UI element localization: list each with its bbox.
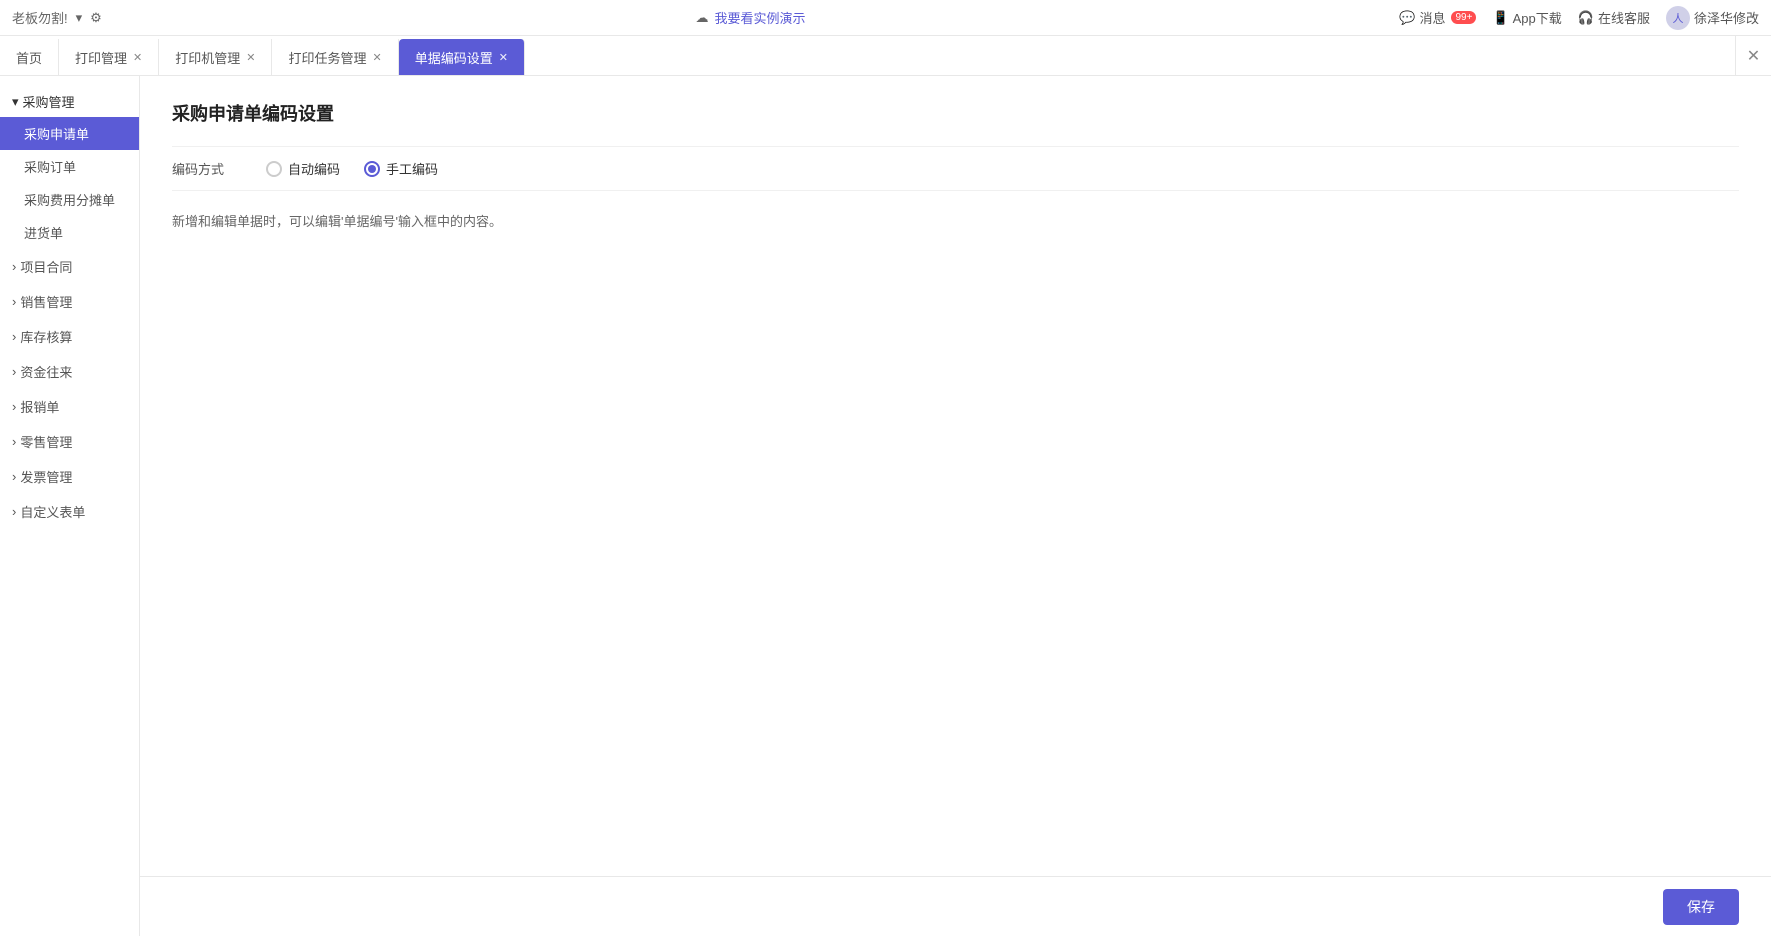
- center-text[interactable]: 我要看实例演示: [715, 8, 806, 27]
- sidebar-group-finance-label: 资金往来: [20, 362, 72, 381]
- radio-auto-label: 自动编码: [288, 159, 340, 178]
- content-footer: 保存: [140, 876, 1771, 936]
- service-icon: 🎧: [1578, 10, 1594, 26]
- sidebar-group-inventory[interactable]: › 库存核算: [0, 319, 139, 354]
- cloud-icon: ☁: [696, 10, 709, 26]
- tab-print-task-mgmt-label: 打印任务管理: [288, 48, 366, 67]
- sidebar-item-stock-in-label: 进货单: [24, 226, 63, 241]
- tab-print-task-mgmt[interactable]: 打印任务管理 ✕: [272, 39, 398, 75]
- tab-barcode-settings-label: 单据编码设置: [415, 48, 493, 67]
- app-download-label: App下载: [1513, 8, 1562, 27]
- tab-bar: 首页 打印管理 ✕ 打印机管理 ✕ 打印任务管理 ✕ 单据编码设置 ✕ ✕: [0, 36, 1771, 76]
- app-icon: 📱: [1492, 10, 1508, 26]
- sidebar-group-custom-forms-label: 自定义表单: [20, 502, 85, 521]
- sidebar-group-custom-forms-arrow: ›: [12, 504, 16, 519]
- sidebar-group-invoice[interactable]: › 发票管理: [0, 459, 139, 494]
- tab-print-mgmt[interactable]: 打印管理 ✕: [59, 39, 159, 75]
- avatar: 人: [1666, 6, 1690, 30]
- message-label: 消息: [1419, 8, 1445, 27]
- radio-auto-encode[interactable]: 自动编码: [266, 159, 340, 178]
- online-service-button[interactable]: 🎧 在线客服: [1578, 8, 1650, 27]
- tab-print-mgmt-close[interactable]: ✕: [133, 51, 142, 64]
- sidebar: ▾ 采购管理 采购申请单 采购订单 采购费用分摊单 进货单 › 项目合同 › 销…: [0, 76, 140, 936]
- sidebar-group-retail-label: 零售管理: [20, 432, 72, 451]
- sidebar-group-purchase-label: 采购管理: [23, 92, 75, 111]
- app-download-button[interactable]: 📱 App下载: [1492, 8, 1561, 27]
- sidebar-group-sales-arrow: ›: [12, 294, 16, 309]
- sidebar-group-invoice-label: 发票管理: [20, 467, 72, 486]
- sidebar-group-inventory-arrow: ›: [12, 329, 16, 344]
- sidebar-group-sales-mgmt[interactable]: › 销售管理: [0, 284, 139, 319]
- user-profile[interactable]: 人 徐泽华修改: [1666, 6, 1759, 30]
- tab-barcode-settings[interactable]: 单据编码设置 ✕: [399, 39, 525, 75]
- tab-printer-mgmt[interactable]: 打印机管理 ✕: [159, 39, 272, 75]
- sidebar-group-invoice-arrow: ›: [12, 469, 16, 484]
- tab-printer-mgmt-label: 打印机管理: [175, 48, 240, 67]
- radio-manual-encode[interactable]: 手工编码: [364, 159, 438, 178]
- online-service-label: 在线客服: [1598, 8, 1650, 27]
- sidebar-group-returns-arrow: ›: [12, 399, 16, 414]
- encoding-label: 编码方式: [172, 159, 242, 178]
- radio-manual-circle: [364, 161, 380, 177]
- sidebar-group-inventory-label: 库存核算: [20, 327, 72, 346]
- tab-barcode-settings-close[interactable]: ✕: [499, 51, 508, 64]
- sidebar-group-returns[interactable]: › 报销单: [0, 389, 139, 424]
- tab-printer-mgmt-close[interactable]: ✕: [246, 51, 255, 64]
- sidebar-group-returns-label: 报销单: [20, 397, 59, 416]
- sidebar-group-project-contract-label: 项目合同: [20, 257, 72, 276]
- sidebar-item-purchase-request[interactable]: 采购申请单: [0, 117, 139, 150]
- sidebar-item-purchase-expense[interactable]: 采购费用分摊单: [0, 183, 139, 216]
- top-bar-right: 💬 消息 99+ 📱 App下载 🎧 在线客服 人 徐泽华修改: [1399, 6, 1759, 30]
- settings-icon[interactable]: ⚙: [90, 10, 102, 26]
- sidebar-group-sales-label: 销售管理: [20, 292, 72, 311]
- sidebar-group-purchase[interactable]: ▾ 采购管理: [0, 84, 139, 117]
- sidebar-group-project-contract-arrow: ›: [12, 259, 16, 274]
- tab-home[interactable]: 首页: [0, 39, 59, 75]
- sidebar-group-project-contract[interactable]: › 项目合同: [0, 249, 139, 284]
- main-layout: ▾ 采购管理 采购申请单 采购订单 采购费用分摊单 进货单 › 项目合同 › 销…: [0, 76, 1771, 936]
- top-bar-left: 老板勿割! ▾ ⚙: [12, 8, 102, 27]
- content-area: 采购申请单编码设置 编码方式 自动编码 手工编码 新增和编辑单据时，可以编辑'单…: [140, 76, 1771, 936]
- top-bar-center: ☁ 我要看实例演示: [696, 8, 806, 27]
- sidebar-group-finance-arrow: ›: [12, 364, 16, 379]
- tab-home-label: 首页: [16, 48, 42, 67]
- sidebar-group-finance[interactable]: › 资金往来: [0, 354, 139, 389]
- dropdown-icon[interactable]: ▾: [76, 10, 83, 26]
- sidebar-item-purchase-request-label: 采购申请单: [24, 127, 89, 142]
- message-badge: 99+: [1451, 11, 1476, 24]
- top-bar: 老板勿割! ▾ ⚙ ☁ 我要看实例演示 💬 消息 99+ 📱 App下载 🎧 在…: [0, 0, 1771, 36]
- hint-text: 新增和编辑单据时，可以编辑'单据编号'输入框中的内容。: [172, 211, 1739, 230]
- sidebar-item-purchase-expense-label: 采购费用分摊单: [24, 193, 115, 208]
- sidebar-group-custom-forms[interactable]: › 自定义表单: [0, 494, 139, 529]
- close-all-tabs-button[interactable]: ✕: [1735, 36, 1771, 76]
- sidebar-item-stock-in[interactable]: 进货单: [0, 216, 139, 249]
- tab-print-task-mgmt-close[interactable]: ✕: [373, 51, 382, 64]
- radio-auto-circle: [266, 161, 282, 177]
- sidebar-group-retail-arrow: ›: [12, 434, 16, 449]
- radio-manual-label: 手工编码: [386, 159, 438, 178]
- sidebar-group-purchase-arrow: ▾: [12, 94, 19, 110]
- save-button[interactable]: 保存: [1663, 889, 1739, 925]
- radio-group: 自动编码 手工编码: [266, 159, 438, 178]
- tab-print-mgmt-label: 打印管理: [75, 48, 127, 67]
- message-button[interactable]: 💬 消息 99+: [1399, 8, 1476, 27]
- sidebar-item-purchase-order-label: 采购订单: [24, 160, 76, 175]
- encoding-row: 编码方式 自动编码 手工编码: [172, 146, 1739, 191]
- page-title: 采购申请单编码设置: [172, 100, 1739, 126]
- content-inner: 采购申请单编码设置 编码方式 自动编码 手工编码 新增和编辑单据时，可以编辑'单…: [140, 76, 1771, 876]
- username: 徐泽华修改: [1694, 8, 1759, 27]
- message-icon: 💬: [1399, 10, 1415, 26]
- sidebar-group-retail[interactable]: › 零售管理: [0, 424, 139, 459]
- sidebar-item-purchase-order[interactable]: 采购订单: [0, 150, 139, 183]
- top-bar-brand-text: 老板勿割!: [12, 8, 68, 27]
